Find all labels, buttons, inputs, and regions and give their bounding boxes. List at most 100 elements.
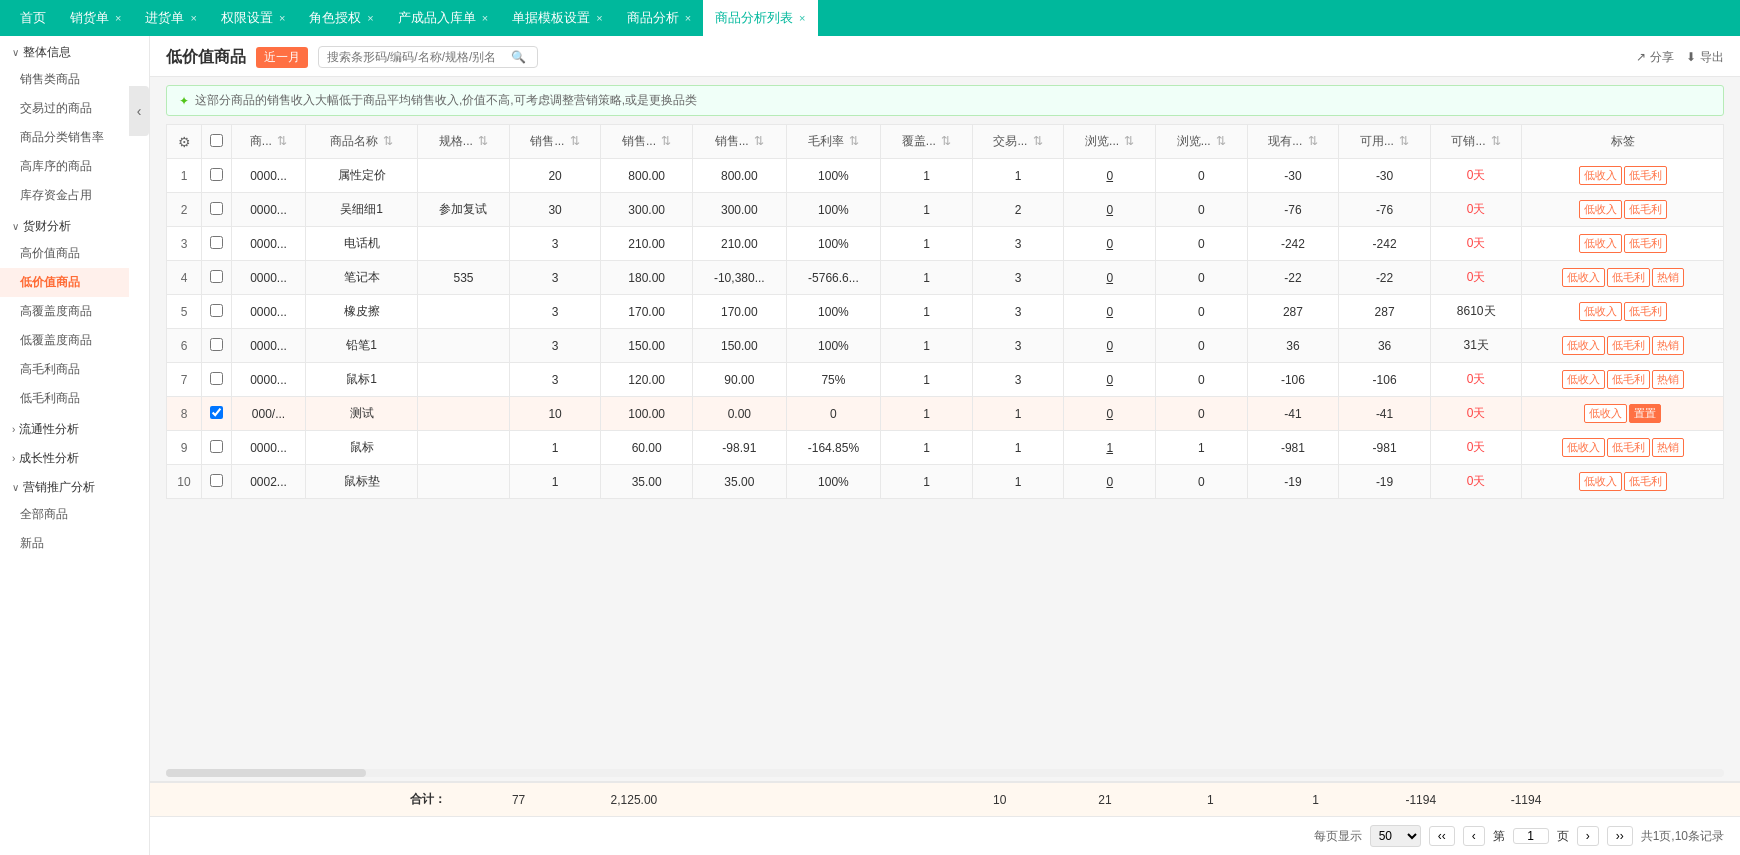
row-col7-link[interactable]: 0 (1106, 373, 1113, 387)
scrollbar-thumb[interactable] (166, 769, 366, 777)
row-checkbox[interactable] (210, 338, 223, 351)
settings-icon[interactable]: ⚙ (178, 134, 191, 150)
th-margin[interactable]: 毛利率 ⇅ (786, 125, 881, 159)
row-checkbox[interactable] (210, 304, 223, 317)
th-views2[interactable]: 浏览... ⇅ (1156, 125, 1248, 159)
first-page-button[interactable]: ‹‹ (1429, 826, 1455, 846)
sidebar-item-high-inventory[interactable]: 高库序的商品 (0, 152, 129, 181)
export-button[interactable]: ⬇ 导出 (1686, 49, 1724, 66)
th-gear[interactable]: ⚙ (167, 125, 202, 159)
th-views1[interactable]: 浏览... ⇅ (1064, 125, 1156, 159)
last-page-button[interactable]: ›› (1607, 826, 1633, 846)
filter-period-button[interactable]: 近一月 (256, 47, 308, 68)
sidebar-collapse-button[interactable]: ‹ (129, 86, 149, 136)
share-button[interactable]: ↗ 分享 (1636, 49, 1674, 66)
select-all-checkbox[interactable] (210, 134, 223, 147)
next-page-button[interactable]: › (1577, 826, 1599, 846)
th-transactions[interactable]: 交易... ⇅ (972, 125, 1064, 159)
close-role-auth-icon[interactable]: × (367, 12, 373, 24)
th-coverage[interactable]: 覆盖... ⇅ (881, 125, 973, 159)
sidebar-item-category-sales[interactable]: 商品分类销售率 (0, 123, 129, 152)
th-code[interactable]: 商... ⇅ (232, 125, 306, 159)
close-analysis-icon[interactable]: × (685, 12, 691, 24)
row-checkbox[interactable] (210, 236, 223, 249)
th-available-stock[interactable]: 可用... ⇅ (1339, 125, 1431, 159)
sidebar-group-marketing[interactable]: ∨ 营销推广分析 (0, 471, 129, 500)
row-num: 3 (167, 227, 202, 261)
row-checkbox[interactable] (210, 168, 223, 181)
row-col7-link[interactable]: 1 (1106, 441, 1113, 455)
tag-label: 低收入 (1579, 200, 1622, 219)
nav-template-settings[interactable]: 单据模板设置 × (500, 0, 614, 36)
page-size-select[interactable]: 50 100 200 (1370, 825, 1421, 847)
row-col7-link[interactable]: 0 (1106, 339, 1113, 353)
th-sellable-stock[interactable]: 可销... ⇅ (1430, 125, 1522, 159)
row-col7-link[interactable]: 0 (1106, 305, 1113, 319)
th-sales1[interactable]: 销售... ⇅ (509, 125, 601, 159)
row-col7-link[interactable]: 0 (1106, 237, 1113, 251)
sidebar-item-low-coverage[interactable]: 低覆盖度商品 (0, 326, 129, 355)
th-sales2[interactable]: 销售... ⇅ (601, 125, 693, 159)
row-col1: 3 (509, 363, 601, 397)
row-checkbox[interactable] (210, 474, 223, 487)
row-tags: 低收入低毛利 (1522, 159, 1724, 193)
row-col7: 0 (1064, 465, 1156, 499)
th-spec[interactable]: 规格... ⇅ (418, 125, 510, 159)
search-input[interactable] (327, 50, 507, 64)
sidebar-item-low-margin[interactable]: 低毛利商品 (0, 384, 129, 413)
nav-product-storage[interactable]: 产成品入库单 × (386, 0, 500, 36)
row-checkbox-cell (202, 431, 232, 465)
row-col9: -242 (1247, 227, 1339, 261)
sidebar-group-growth[interactable]: › 成长性分析 (0, 442, 129, 471)
row-col7-link[interactable]: 0 (1106, 271, 1113, 285)
horizontal-scrollbar[interactable] (166, 769, 1724, 777)
row-col7-link[interactable]: 0 (1106, 475, 1113, 489)
sidebar-item-low-value[interactable]: 低价值商品 (0, 268, 129, 297)
nav-purchase-order[interactable]: 进货单 × (133, 0, 208, 36)
sidebar-item-high-margin[interactable]: 高毛利商品 (0, 355, 129, 384)
row-checkbox[interactable] (210, 406, 223, 419)
sidebar-group-financial[interactable]: ∨ 货财分析 (0, 210, 129, 239)
nav-role-auth[interactable]: 角色授权 × (297, 0, 385, 36)
sidebar-group-overall[interactable]: ∨ 整体信息 (0, 36, 129, 65)
row-col7-link[interactable]: 0 (1106, 407, 1113, 421)
sidebar-item-sales-products[interactable]: 销售类商品 (0, 65, 129, 94)
row-checkbox[interactable] (210, 372, 223, 385)
row-col6: 3 (972, 227, 1064, 261)
close-analysis-list-icon[interactable]: × (799, 12, 805, 24)
row-checkbox[interactable] (210, 202, 223, 215)
sort-transactions-icon: ⇅ (1033, 134, 1043, 148)
row-col7-link[interactable]: 0 (1106, 169, 1113, 183)
close-purchase-order-icon[interactable]: × (190, 12, 196, 24)
close-template-icon[interactable]: × (596, 12, 602, 24)
prev-page-button[interactable]: ‹ (1463, 826, 1485, 846)
th-current-stock[interactable]: 现有... ⇅ (1247, 125, 1339, 159)
sidebar-group-circulation[interactable]: › 流通性分析 (0, 413, 129, 442)
row-col10: 287 (1339, 295, 1431, 329)
row-days: 31天 (1430, 329, 1522, 363)
close-product-storage-icon[interactable]: × (482, 12, 488, 24)
sidebar-item-all-products[interactable]: 全部商品 (0, 500, 129, 529)
sidebar-item-high-coverage[interactable]: 高覆盖度商品 (0, 297, 129, 326)
th-sales3[interactable]: 销售... ⇅ (693, 125, 787, 159)
row-checkbox[interactable] (210, 270, 223, 283)
nav-product-analysis-list[interactable]: 商品分析列表 × (703, 0, 817, 36)
sidebar-item-high-value[interactable]: 高价值商品 (0, 239, 129, 268)
nav-product-analysis[interactable]: 商品分析 × (615, 0, 703, 36)
th-name[interactable]: 商品名称 ⇅ (305, 125, 417, 159)
sidebar-item-new-products[interactable]: 新品 (0, 529, 129, 558)
row-checkbox[interactable] (210, 440, 223, 453)
table-row: 4 0000... 笔记本 535 3 180.00 -10,380... -5… (167, 261, 1724, 295)
sidebar-item-traded-products[interactable]: 交易过的商品 (0, 94, 129, 123)
nav-permission-settings[interactable]: 权限设置 × (209, 0, 297, 36)
table-wrapper[interactable]: ⚙ 商... ⇅ 商品名称 ⇅ 规格... ⇅ 销售... ⇅ 销售... ⇅ … (150, 124, 1740, 765)
sidebar-group-growth-label: 成长性分析 (19, 450, 79, 467)
close-sales-order-icon[interactable]: × (115, 12, 121, 24)
current-page-input[interactable] (1513, 828, 1549, 844)
sidebar-item-inventory-capital[interactable]: 库存资金占用 (0, 181, 129, 210)
row-col7-link[interactable]: 0 (1106, 203, 1113, 217)
close-permission-icon[interactable]: × (279, 12, 285, 24)
nav-sales-order[interactable]: 销货单 × (58, 0, 133, 36)
search-icon[interactable]: 🔍 (511, 50, 526, 64)
nav-home[interactable]: 首页 (8, 0, 58, 36)
